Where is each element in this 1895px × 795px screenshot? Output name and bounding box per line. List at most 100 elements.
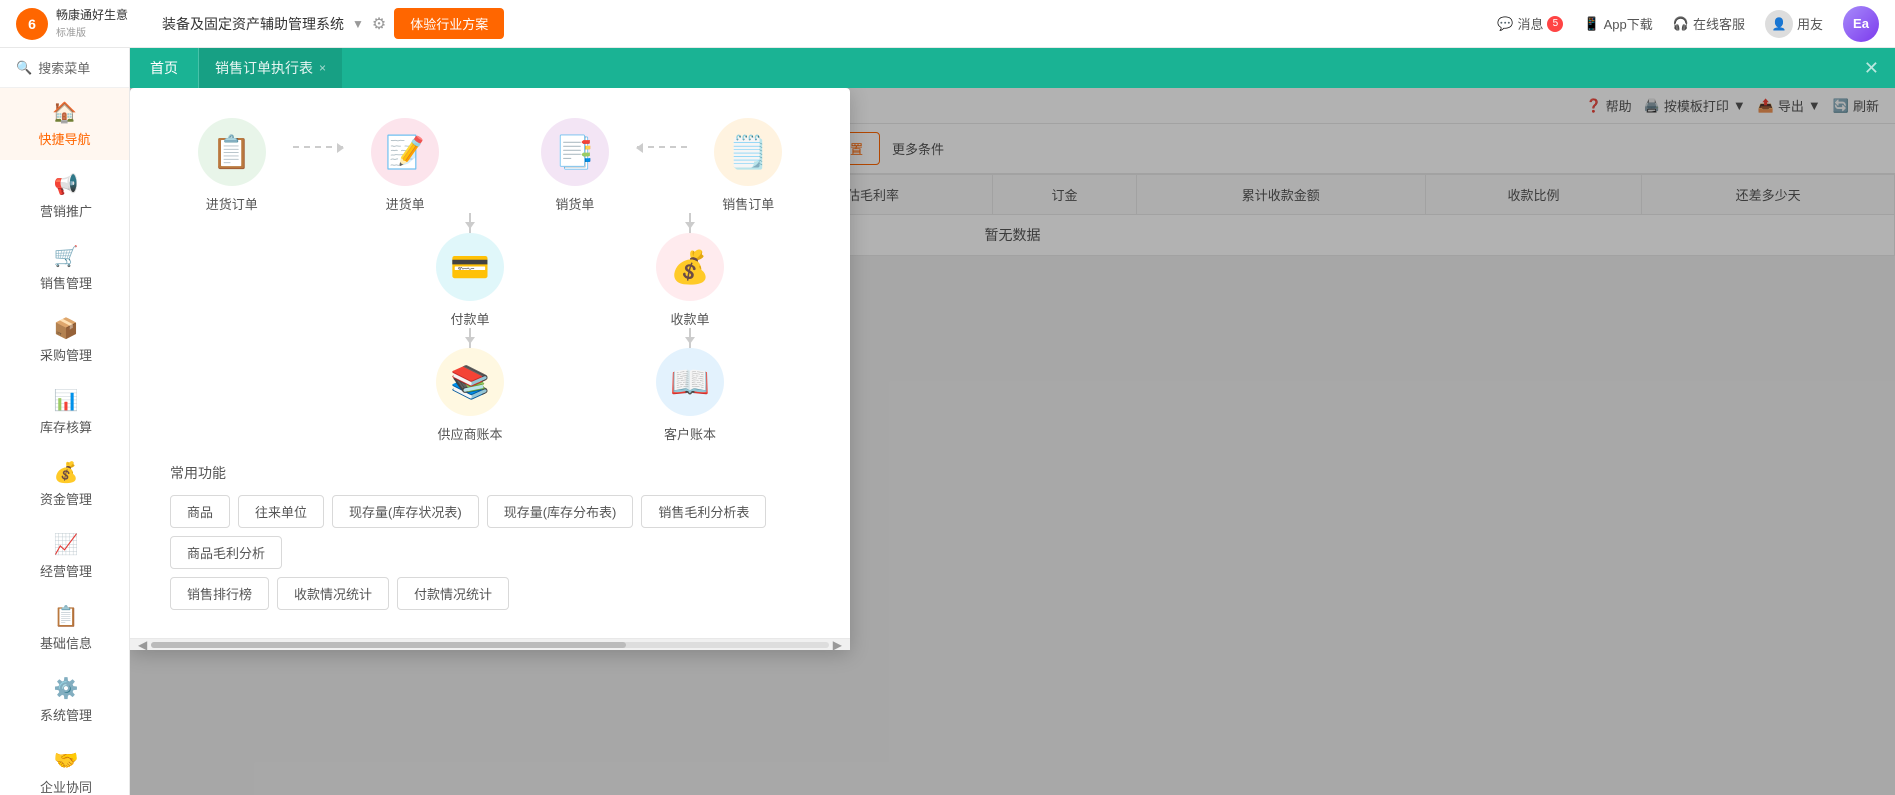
func-btn-partner[interactable]: 往来单位 xyxy=(238,495,324,528)
search-icon: 🔍 xyxy=(16,60,32,76)
marketing-icon: 📢 xyxy=(54,172,79,197)
popup-inner: 📋 进货订单 xyxy=(130,88,850,638)
sidebar-label-marketing: 营销推广 xyxy=(40,201,92,220)
node-payment[interactable]: 💳 付款单 xyxy=(390,233,550,328)
node-purchase-order[interactable]: 📋 进货订单 xyxy=(170,118,293,213)
flow-row-1: 📋 进货订单 xyxy=(170,118,810,213)
search-menu-btn[interactable]: 🔍 搜索菜单 xyxy=(0,48,129,88)
sales-order-circle: 🗒️ xyxy=(714,118,782,186)
basic-icon: 📋 xyxy=(54,604,79,629)
sidebar-label-finance: 资金管理 xyxy=(40,489,92,508)
sidebar-label-enterprise: 企业协同 xyxy=(40,777,92,795)
scroll-left-btn[interactable]: ◀ xyxy=(134,638,151,652)
tab-sales-order[interactable]: 销售订单执行表 × xyxy=(199,48,342,88)
customer-account-icon: 📖 xyxy=(670,363,710,401)
user-btn[interactable]: 👤 用友 xyxy=(1765,10,1823,38)
supplier-account-icon: 📚 xyxy=(450,363,490,401)
sidebar-item-quick[interactable]: 🏠 快捷导航 xyxy=(0,88,129,160)
sidebar-item-inventory[interactable]: 📊 库存核算 xyxy=(0,376,129,448)
purchase-order-label: 进货订单 xyxy=(206,194,258,213)
purchase-bill-icon: 📝 xyxy=(385,133,425,171)
sidebar-item-sales[interactable]: 🛒 销售管理 xyxy=(0,232,129,304)
online-service-btn[interactable]: 🎧 在线客服 xyxy=(1673,14,1745,33)
receipt-circle: 💰 xyxy=(656,233,724,301)
flow-row-arrows xyxy=(170,213,810,233)
header-right: 💬 消息 5 📱 App下载 🎧 在线客服 👤 用友 Ea xyxy=(1497,6,1879,42)
func-buttons-row1: 商品 往来单位 现存量(库存状况表) 现存量(库存分布表) 销售毛利分析表 商品… xyxy=(170,495,810,569)
node-customer-account[interactable]: 📖 客户账本 xyxy=(610,348,770,443)
top-header: 6 畅康通好生意 标准版 装备及固定资产辅助管理系统 ▼ ⚙ 体验行业方案 💬 … xyxy=(0,0,1895,48)
message-btn[interactable]: 💬 消息 5 xyxy=(1497,14,1563,33)
flow-diagram: 📋 进货订单 xyxy=(170,118,810,443)
sales-bill-circle: 📑 xyxy=(541,118,609,186)
flow-row-2: 💳 付款单 💰 收款单 xyxy=(170,233,810,328)
settings-icon[interactable]: ⚙ xyxy=(372,14,386,34)
node-sales-order[interactable]: 🗒️ 销售订单 xyxy=(687,118,810,213)
func-btn-stock-dist[interactable]: 现存量(库存分布表) xyxy=(487,495,634,528)
arrow-down-supplier xyxy=(390,328,550,348)
func-btn-payment-stat[interactable]: 付款情况统计 xyxy=(397,577,509,610)
node-supplier-account[interactable]: 📚 供应商账本 xyxy=(390,348,550,443)
tab-close-icon[interactable]: × xyxy=(319,61,326,75)
arrow-down-payment xyxy=(390,213,550,233)
popup-overlay: 📋 进货订单 xyxy=(130,88,1895,795)
sidebar: 🔍 搜索菜单 🏠 快捷导航 📢 营销推广 🛒 销售管理 📦 采购管理 📊 库存核… xyxy=(0,48,130,795)
user-avatar: 👤 xyxy=(1765,10,1793,38)
node-sales-bill[interactable]: 📑 销货单 xyxy=(513,118,636,213)
app-download-btn[interactable]: 📱 App下载 xyxy=(1583,14,1652,33)
payment-circle: 💳 xyxy=(436,233,504,301)
tab-bar: 首页 销售订单执行表 × ✕ xyxy=(130,48,1895,88)
system-icon: ⚙️ xyxy=(54,676,79,701)
app-download-label: App下载 xyxy=(1604,14,1653,33)
arrow-down-receipt xyxy=(610,213,770,233)
system-title: 装备及固定资产辅助管理系统 xyxy=(162,14,344,34)
sidebar-item-marketing[interactable]: 📢 营销推广 xyxy=(0,160,129,232)
user-name: 用友 xyxy=(1797,14,1823,33)
node-receipt[interactable]: 💰 收款单 xyxy=(610,233,770,328)
experience-btn[interactable]: 体验行业方案 xyxy=(394,8,504,39)
arrow-to-sales-bill xyxy=(637,118,687,148)
v-line-receipt xyxy=(689,213,691,233)
receipt-label: 收款单 xyxy=(670,309,709,328)
dropdown-arrow-icon[interactable]: ▼ xyxy=(352,17,364,31)
sidebar-item-system[interactable]: ⚙️ 系统管理 xyxy=(0,664,129,736)
sales-order-icon: 🗒️ xyxy=(728,133,768,171)
tab-close-all-btn[interactable]: ✕ xyxy=(1848,58,1895,79)
payment-label: 付款单 xyxy=(450,309,489,328)
purchase-icon: 📦 xyxy=(54,316,79,341)
func-btn-product[interactable]: 商品 xyxy=(170,495,230,528)
finance-icon: 💰 xyxy=(54,460,79,485)
customer-account-label: 客户账本 xyxy=(664,424,716,443)
sidebar-item-operation[interactable]: 📈 经营管理 xyxy=(0,520,129,592)
arrow-to-purchase-bill xyxy=(293,118,343,148)
supplier-account-label: 供应商账本 xyxy=(437,424,502,443)
logo-text-block: 畅康通好生意 标准版 xyxy=(56,8,128,39)
sidebar-item-basic[interactable]: 📋 基础信息 xyxy=(0,592,129,664)
scrollbar-thumb xyxy=(151,642,625,648)
scroll-right-btn[interactable]: ▶ xyxy=(829,638,846,652)
sidebar-label-quick: 快捷导航 xyxy=(38,129,90,148)
func-btn-collection-stat[interactable]: 收款情况统计 xyxy=(277,577,389,610)
flow-row-3: 📚 供应商账本 📖 客户账本 xyxy=(170,348,810,443)
sidebar-item-finance[interactable]: 💰 资金管理 xyxy=(0,448,129,520)
receipt-icon: 💰 xyxy=(670,248,710,286)
common-functions: 常用功能 商品 往来单位 现存量(库存状况表) 现存量(库存分布表) 销售毛利分… xyxy=(170,463,810,610)
purchase-bill-circle: 📝 xyxy=(371,118,439,186)
customer-account-circle: 📖 xyxy=(656,348,724,416)
func-btn-stock-status[interactable]: 现存量(库存状况表) xyxy=(332,495,479,528)
sidebar-item-enterprise[interactable]: 🤝 企业协同 xyxy=(0,736,129,795)
func-btn-sales-rank[interactable]: 销售排行榜 xyxy=(170,577,269,610)
node-purchase-bill[interactable]: 📝 进货单 xyxy=(343,118,466,213)
func-btn-product-profit[interactable]: 商品毛利分析 xyxy=(170,536,282,569)
ea-avatar[interactable]: Ea xyxy=(1843,6,1879,42)
tab-home[interactable]: 首页 xyxy=(130,48,199,88)
v-line-payment xyxy=(469,213,471,233)
inventory-icon: 📊 xyxy=(54,388,79,413)
func-btn-sales-profit[interactable]: 销售毛利分析表 xyxy=(641,495,766,528)
payment-icon: 💳 xyxy=(450,248,490,286)
logo-icon: 6 xyxy=(16,8,48,40)
sidebar-item-purchase[interactable]: 📦 采购管理 xyxy=(0,304,129,376)
message-badge: 5 xyxy=(1547,16,1563,32)
sales-order-label: 销售订单 xyxy=(722,194,774,213)
logo-area: 6 畅康通好生意 标准版 xyxy=(16,8,146,40)
